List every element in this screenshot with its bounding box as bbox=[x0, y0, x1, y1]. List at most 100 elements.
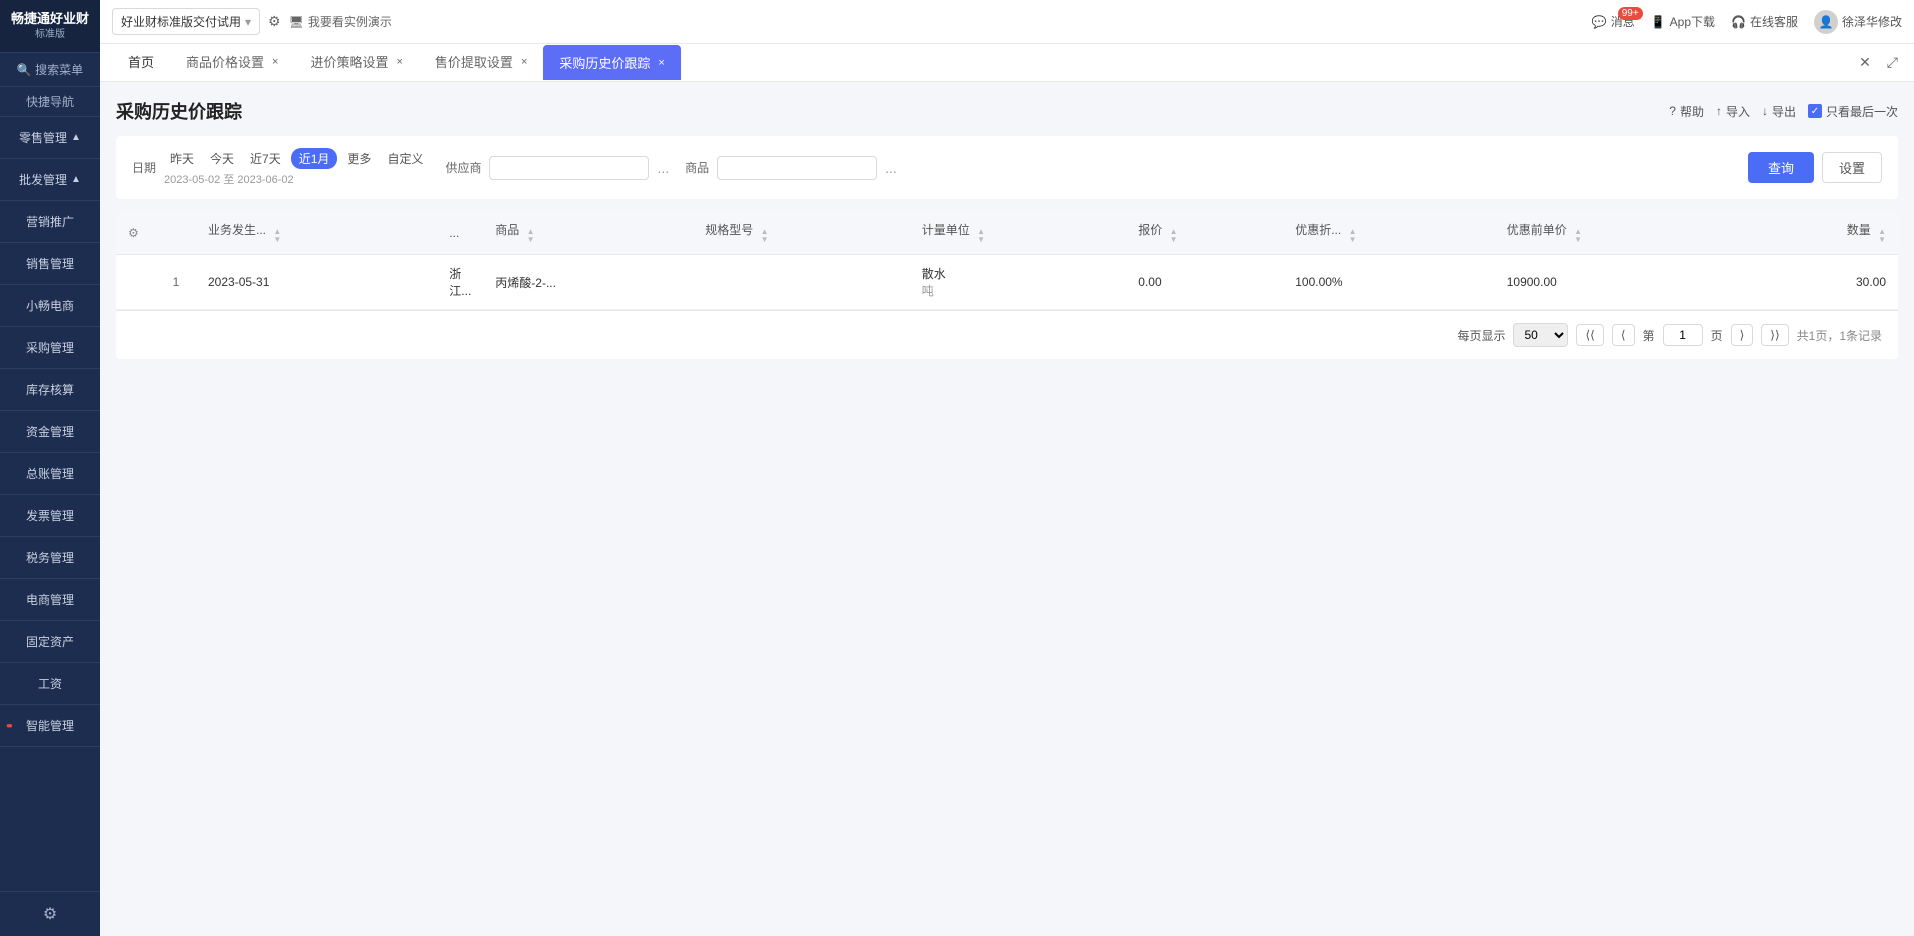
th-spec-label: 规格型号 bbox=[705, 223, 753, 237]
sidebar-item-ecom[interactable]: 电商管理 bbox=[0, 579, 100, 621]
sidebar-item-fixed-assets[interactable]: 固定资产 bbox=[0, 621, 100, 663]
page-input[interactable] bbox=[1663, 324, 1703, 346]
settings-button[interactable]: 设置 bbox=[1822, 152, 1882, 183]
prev-page-button[interactable]: ⟨ bbox=[1612, 324, 1635, 346]
expand-tab-button[interactable]: ⤢ bbox=[1883, 50, 1902, 75]
sort-icon: ▲ ▼ bbox=[1574, 228, 1582, 244]
sidebar-item-retail[interactable]: 零售管理 ▲ bbox=[0, 117, 100, 159]
sort-icon: ▲ ▼ bbox=[527, 228, 535, 244]
date-last1m-btn[interactable]: 近1月 bbox=[291, 148, 338, 169]
online-service-button[interactable]: 🎧 在线客服 bbox=[1731, 13, 1798, 30]
download-icon: 📱 bbox=[1651, 15, 1666, 29]
th-quote[interactable]: 报价 ▲ ▼ bbox=[1126, 211, 1283, 255]
sidebar-item-salary[interactable]: 工资 bbox=[0, 663, 100, 705]
query-button[interactable]: 查询 bbox=[1748, 152, 1814, 183]
sidebar-item-ledger[interactable]: 总账管理 bbox=[0, 453, 100, 495]
sidebar-search[interactable]: 🔍 搜索菜单 bbox=[0, 53, 100, 87]
product-dots[interactable]: ... bbox=[885, 160, 897, 176]
tab-home-label: 首页 bbox=[128, 52, 154, 71]
sidebar-item-purchase[interactable]: 采购管理 bbox=[0, 327, 100, 369]
topbar: 好业财标准版交付试用 ▾ ⚙ 🖥 我要看实例演示 💬 消息 99+ 📱 App下… bbox=[100, 0, 1914, 44]
tab-history-price[interactable]: 采购历史价跟踪 × bbox=[543, 45, 680, 80]
sidebar-item-label: 总账管理 bbox=[26, 465, 74, 482]
sidebar-item-tax[interactable]: 税务管理 bbox=[0, 537, 100, 579]
date-filter-label: 日期 bbox=[132, 159, 156, 176]
filter-actions: 查询 设置 bbox=[1748, 152, 1882, 183]
per-page-select[interactable]: 10 20 50 100 bbox=[1513, 323, 1568, 347]
sidebar-item-ecom-small[interactable]: 小畅电商 bbox=[0, 285, 100, 327]
help-icon: ? bbox=[1669, 104, 1676, 118]
th-spec[interactable]: 规格型号 ▲ ▼ bbox=[693, 211, 909, 255]
date-today-btn[interactable]: 今天 bbox=[204, 148, 240, 169]
sidebar-item-wholesale[interactable]: 批发管理 ▲ bbox=[0, 159, 100, 201]
th-product[interactable]: 商品 ▲ ▼ bbox=[483, 211, 693, 255]
table-header-row: ⚙ 业务发生... ▲ ▼ ... bbox=[116, 211, 1898, 255]
cell-quantity: 30.00 bbox=[1741, 255, 1898, 310]
sidebar-quick-nav[interactable]: 快捷导航 bbox=[0, 87, 100, 117]
cell-spec bbox=[693, 255, 909, 310]
quick-nav-label: 快捷导航 bbox=[26, 95, 74, 109]
date-custom-btn[interactable]: 自定义 bbox=[381, 148, 429, 169]
tab-purchase-strategy[interactable]: 进价策略设置 × bbox=[294, 44, 418, 81]
search-label: 搜索菜单 bbox=[35, 63, 83, 77]
cell-discount: 100.00% bbox=[1283, 255, 1495, 310]
close-icon[interactable]: × bbox=[521, 56, 527, 68]
last-page-button[interactable]: ⟩⟩ bbox=[1761, 324, 1788, 346]
cell-supplier: 浙江... bbox=[437, 255, 483, 310]
gear-icon[interactable]: ⚙ bbox=[43, 906, 57, 923]
date-last7-btn[interactable]: 近7天 bbox=[244, 148, 287, 169]
topbar-gear-button[interactable]: ⚙ bbox=[268, 13, 281, 30]
page-content: 采购历史价跟踪 ? 帮助 ↑ 导入 ↓ 导出 ✓ 只看最后一次 bbox=[100, 82, 1914, 936]
product-input[interactable] bbox=[717, 156, 877, 180]
first-page-button[interactable]: ⟨⟨ bbox=[1576, 324, 1603, 346]
supplier-dots[interactable]: ... bbox=[657, 160, 669, 176]
column-settings-icon[interactable]: ⚙ bbox=[128, 226, 139, 240]
user-menu-button[interactable]: 👤 徐泽华修改 bbox=[1814, 10, 1902, 34]
message-button[interactable]: 💬 消息 99+ bbox=[1592, 13, 1635, 30]
th-biz-date[interactable]: 业务发生... ▲ ▼ bbox=[196, 211, 437, 255]
th-gear[interactable]: ⚙ bbox=[116, 211, 156, 255]
sidebar-item-finance[interactable]: 资金管理 bbox=[0, 411, 100, 453]
sidebar-item-ai[interactable]: ● 智能管理 bbox=[0, 705, 100, 747]
sidebar-item-invoice[interactable]: 发票管理 bbox=[0, 495, 100, 537]
product-filter-group: 商品 ... bbox=[685, 156, 897, 180]
tab-sale-price[interactable]: 售价提取设置 × bbox=[419, 44, 543, 81]
tab-price[interactable]: 商品价格设置 × bbox=[170, 44, 294, 81]
next-page-button[interactable]: ⟩ bbox=[1731, 324, 1754, 346]
date-more-btn[interactable]: 更多 bbox=[341, 148, 377, 169]
help-button[interactable]: ? 帮助 bbox=[1669, 103, 1704, 120]
only-last-checkbox[interactable]: ✓ 只看最后一次 bbox=[1808, 103, 1898, 120]
sidebar-item-inventory[interactable]: 库存核算 bbox=[0, 369, 100, 411]
tab-history-price-label: 采购历史价跟踪 bbox=[559, 53, 650, 72]
th-pre-discount-price[interactable]: 优惠前单价 ▲ ▼ bbox=[1495, 211, 1741, 255]
tab-home[interactable]: 首页 bbox=[112, 44, 170, 81]
sidebar-item-marketing[interactable]: 营销推广 bbox=[0, 201, 100, 243]
dot-icon: ● bbox=[8, 721, 13, 730]
main-content: 好业财标准版交付试用 ▾ ⚙ 🖥 我要看实例演示 💬 消息 99+ 📱 App下… bbox=[100, 0, 1914, 936]
page-actions: ? 帮助 ↑ 导入 ↓ 导出 ✓ 只看最后一次 bbox=[1669, 103, 1898, 120]
demo-button[interactable]: 🖥 我要看实例演示 bbox=[289, 13, 392, 30]
import-button[interactable]: ↑ 导入 bbox=[1716, 103, 1750, 120]
th-unit[interactable]: 计量单位 ▲ ▼ bbox=[910, 211, 1126, 255]
tab-bar: 首页 商品价格设置 × 进价策略设置 × 售价提取设置 × 采购历史价跟踪 × … bbox=[100, 44, 1914, 82]
supplier-input[interactable] bbox=[489, 156, 649, 180]
close-tab-button[interactable]: ✕ bbox=[1855, 50, 1875, 75]
version-selector[interactable]: 好业财标准版交付试用 ▾ bbox=[112, 8, 260, 35]
th-discount[interactable]: 优惠折... ▲ ▼ bbox=[1283, 211, 1495, 255]
export-button[interactable]: ↓ 导出 bbox=[1762, 103, 1796, 120]
close-icon[interactable]: × bbox=[658, 57, 664, 69]
data-table: ⚙ 业务发生... ▲ ▼ ... bbox=[116, 211, 1898, 310]
sidebar-item-sales[interactable]: 销售管理 bbox=[0, 243, 100, 285]
sidebar-logo: 畅捷通好业财 标准版 bbox=[0, 0, 100, 53]
data-table-container: ⚙ 业务发生... ▲ ▼ ... bbox=[116, 211, 1898, 359]
date-yesterday-btn[interactable]: 昨天 bbox=[164, 148, 200, 169]
close-icon[interactable]: × bbox=[272, 56, 278, 68]
app-download-button[interactable]: 📱 App下载 bbox=[1651, 13, 1715, 30]
page-suffix: 页 bbox=[1711, 327, 1723, 344]
sidebar-item-label: 资金管理 bbox=[26, 423, 74, 440]
tabs-actions: ✕ ⤢ bbox=[1855, 50, 1902, 75]
close-icon[interactable]: × bbox=[396, 56, 402, 68]
th-quantity[interactable]: 数量 ▲ ▼ bbox=[1741, 211, 1898, 255]
export-label: 导出 bbox=[1772, 103, 1796, 120]
th-dots[interactable]: ... bbox=[437, 211, 483, 255]
